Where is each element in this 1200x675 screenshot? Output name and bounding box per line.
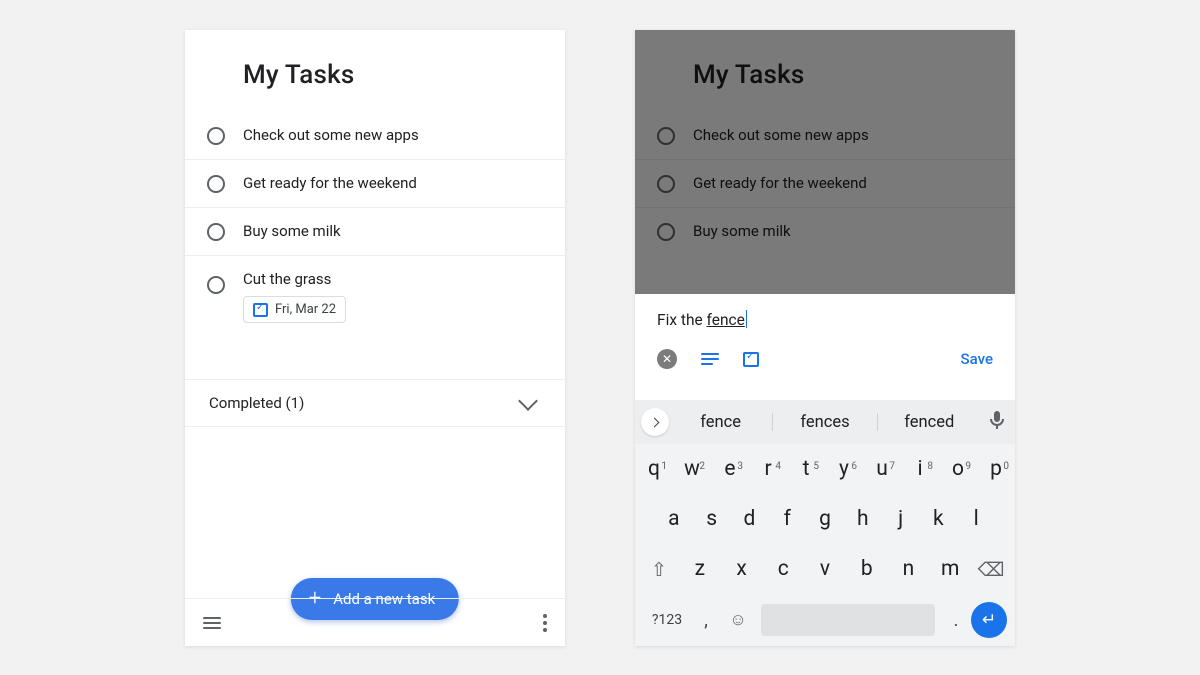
keyboard-row: ?123 , ☺ . ↵: [635, 594, 1015, 646]
period-key[interactable]: .: [941, 610, 971, 631]
key[interactable]: k: [919, 507, 957, 531]
key[interactable]: n: [888, 557, 930, 581]
key[interactable]: j: [882, 507, 920, 531]
scrim-overlay[interactable]: [635, 30, 1015, 294]
add-task-sheet: Fix the fence ✕ Save fence fences fenced…: [635, 294, 1015, 646]
emoji-key-icon[interactable]: ☺: [721, 610, 755, 630]
suggestion[interactable]: fenced: [878, 413, 981, 432]
task-label: Check out some new apps: [243, 126, 419, 144]
keyboard: fence fences fenced q1 w2 e3 r4 t5 y6 u7…: [635, 400, 1015, 646]
task-radio-icon[interactable]: [207, 223, 225, 241]
key[interactable]: b: [846, 557, 888, 581]
task-row[interactable]: Buy some milk: [185, 207, 565, 255]
backspace-key-icon[interactable]: ⌫: [971, 558, 1011, 581]
more-icon[interactable]: [543, 614, 547, 632]
key[interactable]: g: [806, 507, 844, 531]
task-radio-icon[interactable]: [207, 276, 225, 294]
text-caret-icon: [746, 310, 748, 328]
key[interactable]: l: [957, 507, 995, 531]
task-row[interactable]: Get ready for the weekend: [185, 159, 565, 207]
keyboard-row: ⇧ z x c v b n m ⌫: [635, 544, 1015, 594]
key[interactable]: q1: [635, 457, 673, 481]
key[interactable]: v: [804, 557, 846, 581]
key[interactable]: d: [731, 507, 769, 531]
key[interactable]: i8: [901, 457, 939, 481]
task-radio-icon[interactable]: [207, 175, 225, 193]
microphone-icon[interactable]: [985, 411, 1009, 434]
list-title: My Tasks: [185, 30, 565, 112]
new-task-input[interactable]: Fix the fence: [635, 294, 1015, 335]
bottom-bar: [185, 598, 565, 646]
menu-icon[interactable]: [203, 617, 221, 629]
task-radio-icon[interactable]: [207, 127, 225, 145]
key[interactable]: h: [844, 507, 882, 531]
key[interactable]: e3: [711, 457, 749, 481]
suggestion-bar: fence fences fenced: [635, 400, 1015, 444]
key[interactable]: w2: [673, 457, 711, 481]
tasks-screen-list: My Tasks Check out some new apps Get rea…: [185, 30, 565, 646]
key[interactable]: r4: [749, 457, 787, 481]
clear-icon[interactable]: ✕: [657, 349, 677, 369]
task-label: Cut the grass: [243, 270, 346, 288]
calendar-icon: [253, 303, 268, 317]
key[interactable]: u7: [863, 457, 901, 481]
key[interactable]: t5: [787, 457, 825, 481]
key[interactable]: f: [768, 507, 806, 531]
task-row[interactable]: Check out some new apps: [185, 112, 565, 159]
task-label: Buy some milk: [243, 222, 341, 240]
key[interactable]: a: [655, 507, 693, 531]
key[interactable]: s: [693, 507, 731, 531]
add-details-icon[interactable]: [701, 353, 719, 365]
task-row[interactable]: Cut the grass Fri, Mar 22: [185, 255, 565, 337]
key[interactable]: o9: [939, 457, 977, 481]
chevron-right-icon[interactable]: [641, 408, 669, 436]
task-date-chip[interactable]: Fri, Mar 22: [243, 296, 346, 323]
task-label: Get ready for the weekend: [243, 174, 417, 192]
keyboard-row: a s d f g h j k l: [635, 494, 1015, 544]
calendar-icon[interactable]: [743, 352, 759, 367]
key[interactable]: p0: [977, 457, 1015, 481]
key[interactable]: z: [679, 557, 721, 581]
input-text: Fix the: [657, 311, 707, 329]
save-button[interactable]: Save: [961, 350, 993, 368]
key[interactable]: x: [721, 557, 763, 581]
key[interactable]: c: [762, 557, 804, 581]
symbols-key[interactable]: ?123: [643, 612, 691, 628]
space-key[interactable]: [761, 604, 935, 636]
suggestion[interactable]: fence: [669, 413, 772, 432]
completed-label: Completed (1): [209, 394, 304, 412]
comma-key[interactable]: ,: [691, 610, 721, 631]
keyboard-row: q1 w2 e3 r4 t5 y6 u7 i8 o9 p0: [635, 444, 1015, 494]
tasks-screen-add: My Tasks Check out some new apps Get rea…: [635, 30, 1015, 646]
shift-key-icon[interactable]: ⇧: [639, 558, 679, 581]
suggestion[interactable]: fences: [773, 413, 876, 432]
task-date: Fri, Mar 22: [275, 302, 336, 317]
chevron-down-icon: [518, 391, 538, 411]
completed-section-toggle[interactable]: Completed (1): [185, 379, 565, 427]
input-text-underlined: fence: [707, 311, 745, 329]
key[interactable]: y6: [825, 457, 863, 481]
enter-key-icon[interactable]: ↵: [971, 602, 1007, 638]
key[interactable]: m: [929, 557, 971, 581]
